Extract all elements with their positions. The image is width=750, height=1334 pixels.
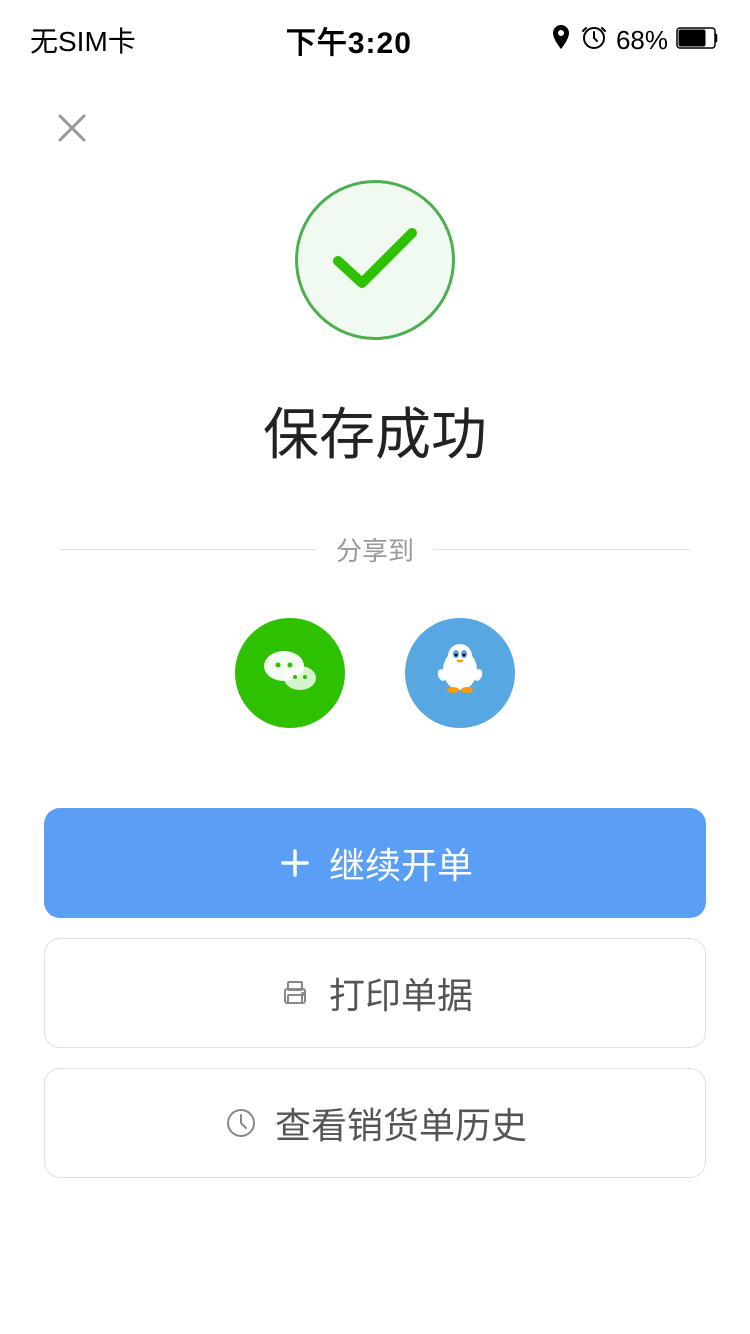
history-button[interactable]: 查看销货单历史 bbox=[44, 1068, 706, 1178]
share-label: 分享到 bbox=[336, 531, 414, 568]
plus-icon bbox=[277, 845, 313, 881]
continue-button[interactable]: 继续开单 bbox=[44, 808, 706, 918]
qq-icon bbox=[428, 640, 492, 707]
close-button[interactable] bbox=[44, 100, 100, 156]
history-label: 查看销货单历史 bbox=[275, 1097, 527, 1149]
location-icon bbox=[550, 23, 572, 58]
share-icons bbox=[235, 618, 515, 728]
printer-icon bbox=[277, 975, 313, 1011]
print-button[interactable]: 打印单据 bbox=[44, 938, 706, 1048]
share-divider: 分享到 bbox=[0, 531, 750, 568]
success-circle bbox=[295, 180, 455, 340]
clock-icon bbox=[223, 1105, 259, 1141]
alarm-icon bbox=[580, 23, 608, 58]
success-title: 保存成功 bbox=[263, 390, 487, 471]
status-right: 68% bbox=[550, 23, 720, 58]
wechat-icon bbox=[258, 640, 322, 707]
carrier-label: 无SIM卡 bbox=[30, 20, 136, 60]
divider-line-left bbox=[60, 549, 316, 550]
main-content: 保存成功 分享到 bbox=[0, 80, 750, 1178]
print-label: 打印单据 bbox=[329, 967, 473, 1019]
battery-icon bbox=[676, 25, 720, 56]
status-time: 下午3:20 bbox=[286, 18, 412, 62]
continue-label: 继续开单 bbox=[329, 837, 473, 889]
battery-label: 68% bbox=[616, 25, 668, 56]
action-buttons: 继续开单 打印单据 查看销货单历史 bbox=[0, 808, 750, 1178]
status-left: 无SIM卡 bbox=[30, 20, 148, 60]
qq-share-button[interactable] bbox=[405, 618, 515, 728]
status-bar: 无SIM卡 下午3:20 68% bbox=[0, 0, 750, 80]
wechat-share-button[interactable] bbox=[235, 618, 345, 728]
divider-line-right bbox=[434, 549, 690, 550]
check-icon bbox=[330, 223, 420, 298]
